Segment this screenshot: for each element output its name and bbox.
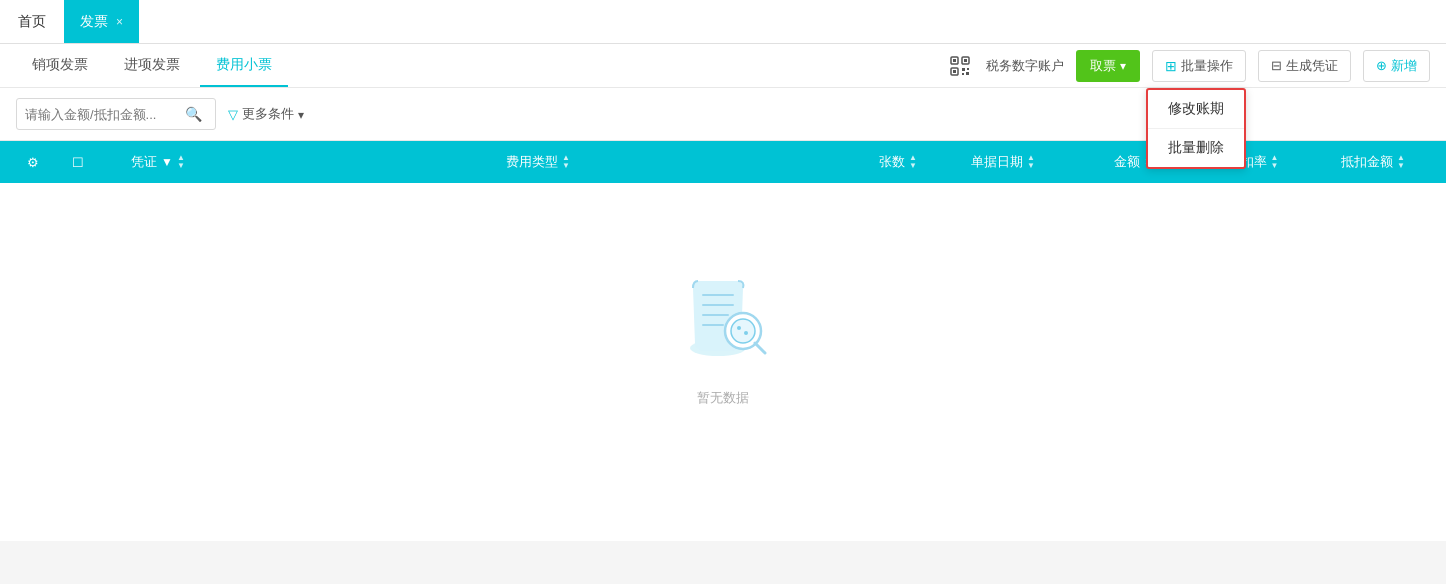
add-icon: ⊕: [1376, 58, 1387, 73]
th-count-label: 张数: [879, 153, 905, 171]
svg-rect-3: [964, 59, 967, 62]
empty-state-icon: [663, 263, 783, 373]
batch-ops-dropdown: 修改账期 批量删除: [1146, 88, 1246, 169]
batch-ops-label: 批量操作: [1181, 57, 1233, 75]
take-ticket-button[interactable]: 取票: [1076, 50, 1140, 82]
chevron-down-icon: [1120, 58, 1126, 73]
empty-state: 暂无数据: [0, 183, 1446, 467]
th-amount-label: 金额: [1114, 153, 1140, 171]
checkbox-icon: ☐: [72, 155, 84, 170]
th-count-sort[interactable]: ▲▼: [909, 154, 917, 170]
empty-state-label: 暂无数据: [697, 389, 749, 407]
th-expense-type: 费用类型 ▲▼: [218, 153, 858, 171]
th-count: 张数 ▲▼: [858, 153, 938, 171]
th-voucher-label: 凭证: [131, 153, 157, 171]
toolbar-right: 税务数字账户 取票 ⊞ 批量操作 修改账期 批量删除 ⊟ 生成凭证 ⊕: [946, 50, 1430, 82]
home-nav-item[interactable]: 首页: [0, 0, 64, 43]
dropdown-item-batch-delete[interactable]: 批量删除: [1148, 129, 1244, 167]
main-content: ⚙ ☐ 凭证 ▼ ▲▼ 费用类型 ▲▼ 张数 ▲▼ 单据日期 ▲▼ 金额 ▲▼ …: [0, 141, 1446, 541]
svg-line-17: [755, 343, 765, 353]
sub-tab-expense-receipt[interactable]: 费用小票: [200, 44, 288, 87]
gen-voucher-icon: ⊟: [1271, 58, 1282, 73]
search-icon[interactable]: 🔍: [185, 106, 202, 122]
th-voucher: 凭证 ▼ ▲▼: [98, 153, 218, 171]
more-conditions-label: 更多条件: [242, 105, 294, 123]
batch-ops-button[interactable]: ⊞ 批量操作: [1152, 50, 1246, 82]
svg-rect-7: [967, 68, 969, 70]
batch-ops-container: ⊞ 批量操作 修改账期 批量删除: [1152, 50, 1246, 82]
more-conditions-chevron: [298, 107, 304, 122]
qr-icon[interactable]: [946, 52, 974, 80]
svg-point-16: [731, 319, 755, 343]
svg-rect-9: [966, 72, 969, 75]
tax-account-button[interactable]: 税务数字账户: [986, 57, 1064, 75]
th-deduct-amount: 抵扣金额 ▲▼: [1308, 153, 1438, 171]
th-checkbox[interactable]: ☐: [58, 155, 98, 170]
th-deduct-amount-label: 抵扣金额: [1341, 153, 1393, 171]
gen-voucher-label: 生成凭证: [1286, 57, 1338, 75]
svg-rect-5: [953, 70, 956, 73]
th-date: 单据日期 ▲▼: [938, 153, 1068, 171]
th-settings[interactable]: ⚙: [8, 155, 58, 170]
sub-nav: 销项发票 进项发票 费用小票 税务数字账户 取票: [0, 44, 1446, 88]
th-voucher-filter-icon[interactable]: ▼: [161, 155, 173, 169]
svg-point-18: [737, 326, 741, 330]
settings-icon: ⚙: [27, 155, 39, 170]
th-deduct-rate-sort[interactable]: ▲▼: [1271, 154, 1279, 170]
batch-ops-icon: ⊞: [1165, 58, 1177, 74]
search-input[interactable]: [25, 107, 185, 122]
th-voucher-sort[interactable]: ▲▼: [177, 154, 185, 170]
invoice-tab[interactable]: 发票 ×: [64, 0, 139, 43]
add-label: 新增: [1391, 57, 1417, 75]
svg-rect-1: [953, 59, 956, 62]
more-conditions-button[interactable]: ▽ 更多条件: [228, 105, 304, 123]
add-button[interactable]: ⊕ 新增: [1363, 50, 1430, 82]
svg-rect-6: [962, 68, 965, 71]
th-expense-label: 费用类型: [506, 153, 558, 171]
th-expense-sort[interactable]: ▲▼: [562, 154, 570, 170]
svg-point-19: [744, 331, 748, 335]
sub-tab-purchase-invoice[interactable]: 进项发票: [108, 44, 196, 87]
dropdown-item-change-period[interactable]: 修改账期: [1148, 90, 1244, 128]
top-nav: 首页 发票 ×: [0, 0, 1446, 44]
close-tab-icon[interactable]: ×: [116, 15, 123, 29]
sub-tab-sales-invoice[interactable]: 销项发票: [16, 44, 104, 87]
th-deduct-amount-sort[interactable]: ▲▼: [1397, 154, 1405, 170]
invoice-tab-label: 发票: [80, 13, 108, 31]
gen-voucher-button[interactable]: ⊟ 生成凭证: [1258, 50, 1351, 82]
svg-rect-8: [962, 73, 964, 75]
search-box[interactable]: 🔍: [16, 98, 216, 130]
th-date-label: 单据日期: [971, 153, 1023, 171]
take-ticket-label: 取票: [1090, 57, 1116, 75]
filter-icon: ▽: [228, 107, 238, 122]
th-date-sort[interactable]: ▲▼: [1027, 154, 1035, 170]
